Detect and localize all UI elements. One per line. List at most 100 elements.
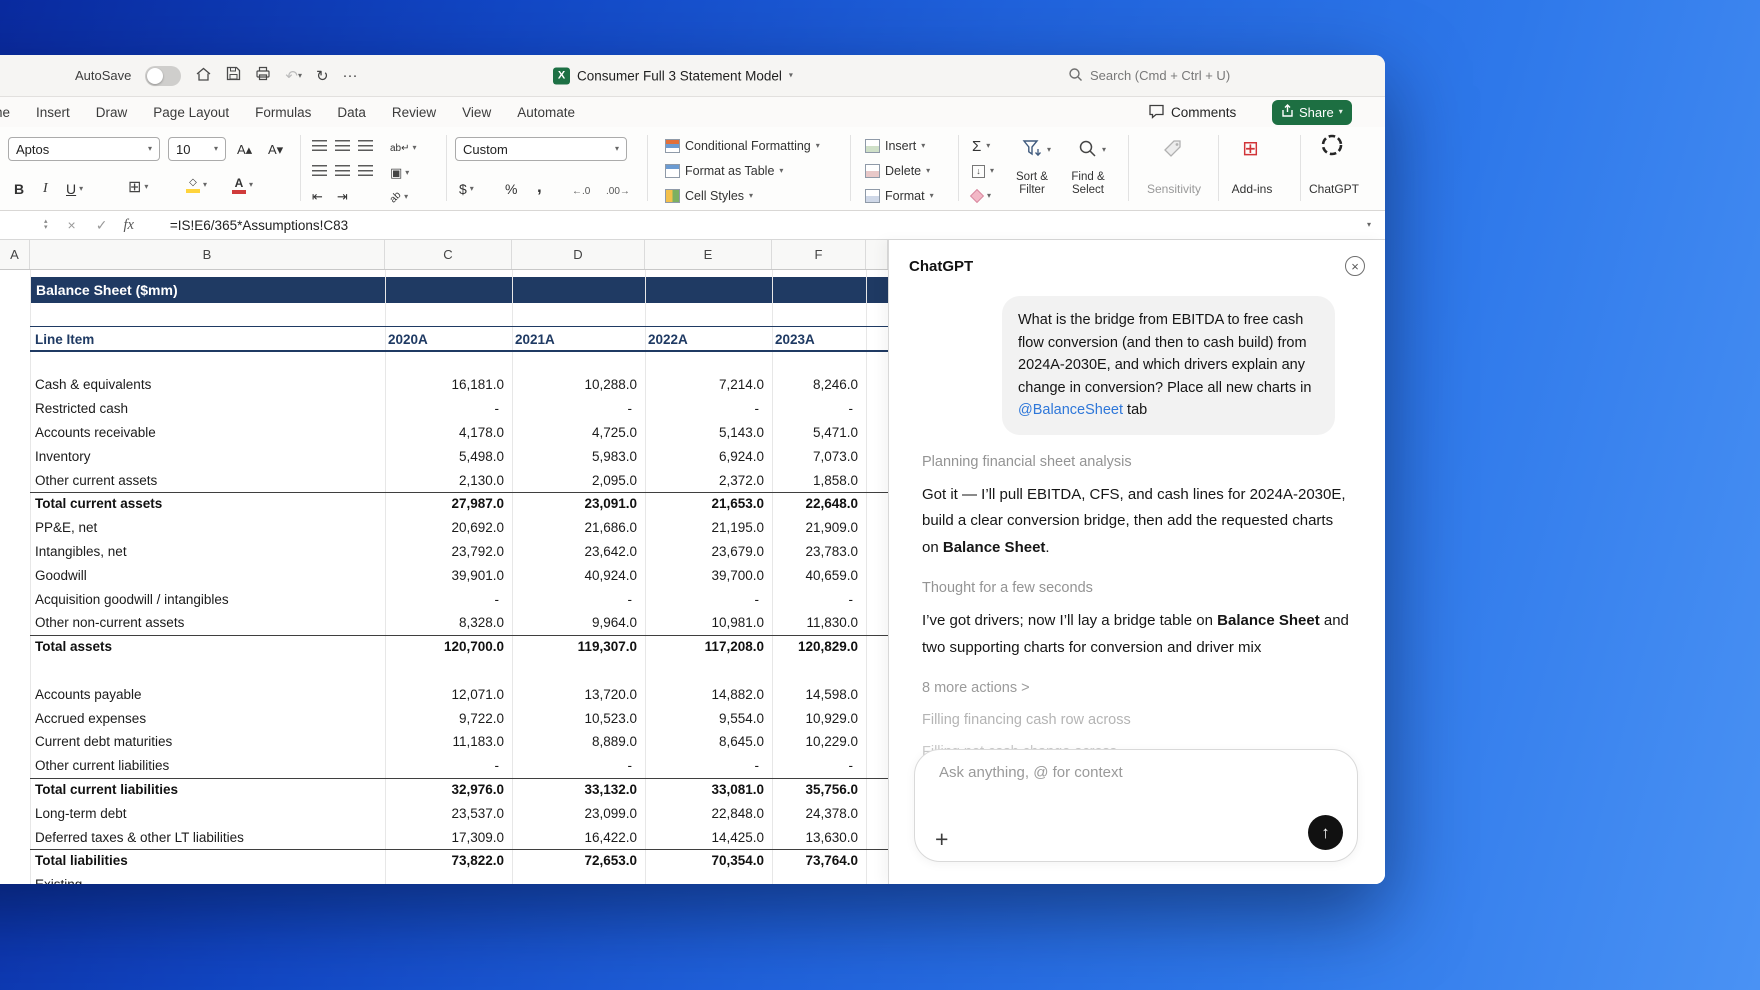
row-cell[interactable]: - [645, 592, 772, 607]
align-middle-icon[interactable] [335, 140, 350, 152]
tab-insert[interactable]: Insert [36, 105, 70, 120]
year-header[interactable]: 2020A [385, 332, 512, 347]
balancesheet-mention[interactable]: @BalanceSheet [1018, 402, 1123, 418]
row-cell[interactable]: 8,645.0 [645, 734, 772, 749]
share-button[interactable]: Share ▾ [1272, 99, 1352, 125]
row-cell[interactable]: 5,471.0 [772, 425, 866, 440]
row-label-cell[interactable]: Total liabilities [30, 853, 385, 868]
row-cell[interactable]: 23,783.0 [772, 544, 866, 559]
sort-filter-button[interactable]: ▾ [1022, 139, 1051, 161]
chatgpt-ribbon-button[interactable] [1318, 134, 1346, 157]
search-box[interactable]: Search (Cmd + Ctrl + U) [1068, 67, 1230, 85]
row-cell[interactable]: 2,130.0 [385, 473, 512, 488]
row-label-cell[interactable]: Deferred taxes & other LT liabilities [30, 830, 385, 845]
row-cell[interactable]: - [512, 401, 645, 416]
font-name-select[interactable]: Aptos ▾ [8, 137, 160, 161]
row-cell[interactable]: 8,889.0 [512, 734, 645, 749]
row-cell[interactable]: 2,095.0 [512, 473, 645, 488]
borders-button[interactable]: ⊞ ▾ [128, 177, 148, 197]
row-label-cell[interactable]: Goodwill [30, 568, 385, 583]
row-label-cell[interactable]: Accounts payable [30, 687, 385, 702]
more-commands-button[interactable]: ··· [343, 67, 358, 84]
row-cell[interactable]: 21,195.0 [645, 520, 772, 535]
row-cell[interactable]: 21,653.0 [645, 496, 772, 511]
row-cell[interactable]: 120,829.0 [772, 639, 866, 654]
line-item-header[interactable]: Line Item [30, 332, 385, 347]
increase-decimal-button[interactable]: ←.0 [572, 181, 590, 201]
row-cell[interactable]: 73,822.0 [385, 853, 512, 868]
row-cell[interactable]: 1,858.0 [772, 473, 866, 488]
row-label-cell[interactable]: Cash & equivalents [30, 377, 385, 392]
row-label-cell[interactable]: Intangibles, net [30, 544, 385, 559]
row-cell[interactable]: 22,648.0 [772, 496, 866, 511]
row-cell[interactable]: 10,981.0 [645, 615, 772, 630]
row-cell[interactable]: 4,178.0 [385, 425, 512, 440]
row-cell[interactable]: 32,976.0 [385, 782, 512, 797]
row-cell-a[interactable] [0, 468, 30, 492]
row-cell-a[interactable] [0, 659, 30, 683]
row-label-cell[interactable]: Other current liabilities [30, 758, 385, 773]
row-cell[interactable]: 39,700.0 [645, 568, 772, 583]
row-cell[interactable]: 13,630.0 [772, 830, 866, 845]
row-cell[interactable]: 12,071.0 [385, 687, 512, 702]
row-label-cell[interactable]: Current debt maturities [30, 734, 385, 749]
row-cell[interactable]: 70,354.0 [645, 853, 772, 868]
document-title-menu[interactable]: X Consumer Full 3 Statement Model ▾ [553, 67, 793, 84]
row-cell[interactable]: 22,848.0 [645, 806, 772, 821]
row-cell-a[interactable] [0, 873, 30, 884]
row-cell[interactable]: 23,099.0 [512, 806, 645, 821]
row-cell[interactable]: 7,214.0 [645, 377, 772, 392]
row-label-cell[interactable]: PP&E, net [30, 520, 385, 535]
row-cell-a[interactable] [0, 778, 30, 802]
row-label-cell[interactable]: Total current liabilities [30, 782, 385, 797]
row-cell[interactable]: 17,309.0 [385, 830, 512, 845]
row-cell[interactable]: 9,722.0 [385, 711, 512, 726]
row-cell[interactable]: 11,830.0 [772, 615, 866, 630]
row-label-cell[interactable]: Long-term debt [30, 806, 385, 821]
tab-page-layout[interactable]: Page Layout [153, 105, 229, 120]
year-header[interactable]: 2022A [645, 332, 772, 347]
row-cell[interactable]: - [772, 758, 866, 773]
send-button[interactable]: ↑ [1308, 815, 1343, 850]
row-cell[interactable]: 23,679.0 [645, 544, 772, 559]
row-cell[interactable]: 14,882.0 [645, 687, 772, 702]
row-cell[interactable]: 72,653.0 [512, 853, 645, 868]
sensitivity-button[interactable] [1162, 139, 1184, 161]
row-cell[interactable]: 5,983.0 [512, 449, 645, 464]
increase-indent-button[interactable]: ⇥ [337, 187, 348, 207]
home-button[interactable] [195, 66, 212, 86]
column-header-c[interactable]: C [385, 240, 512, 269]
row-cell-a[interactable] [0, 825, 30, 849]
row-cell[interactable]: 20,692.0 [385, 520, 512, 535]
italic-button[interactable]: I [43, 179, 48, 199]
row-cell-a[interactable] [0, 635, 30, 659]
year-header[interactable]: 2021A [512, 332, 645, 347]
font-color-button[interactable]: A ▾ [232, 175, 253, 195]
row-cell-a[interactable] [0, 801, 30, 825]
row-cell[interactable]: 23,537.0 [385, 806, 512, 821]
row-cell-a[interactable] [0, 540, 30, 564]
namebox-spinner[interactable]: ▴ ▾ [44, 218, 48, 231]
row-cell[interactable]: 9,964.0 [512, 615, 645, 630]
row-label-cell[interactable]: Total current assets [30, 496, 385, 511]
row-cell-a[interactable] [0, 444, 30, 468]
autosum-button[interactable]: Σ ▾ [972, 135, 990, 157]
row-cell[interactable]: - [645, 758, 772, 773]
row-cell-a[interactable] [0, 373, 30, 397]
row-cell[interactable]: 7,073.0 [772, 449, 866, 464]
tab-draw[interactable]: Draw [96, 105, 128, 120]
close-panel-button[interactable]: × [1345, 256, 1365, 276]
more-actions-link[interactable]: 8 more actions > [922, 680, 1352, 696]
row-cell[interactable]: 14,598.0 [772, 687, 866, 702]
row-cell[interactable]: 5,143.0 [645, 425, 772, 440]
undo-button[interactable]: ↶ ▾ [285, 67, 302, 85]
conditional-formatting-button[interactable]: Conditional Formatting ▾ [665, 135, 820, 157]
row-cell[interactable]: 11,183.0 [385, 734, 512, 749]
column-header-e[interactable]: E [645, 240, 772, 269]
row-cell[interactable]: 10,523.0 [512, 711, 645, 726]
row-label-cell[interactable]: Other non-current assets [30, 615, 385, 630]
number-format-select[interactable]: Custom ▾ [455, 137, 627, 161]
wrap-text-button[interactable]: ab↵ ▾ [390, 138, 417, 158]
row-cell[interactable]: - [385, 758, 512, 773]
row-cell[interactable]: 24,378.0 [772, 806, 866, 821]
